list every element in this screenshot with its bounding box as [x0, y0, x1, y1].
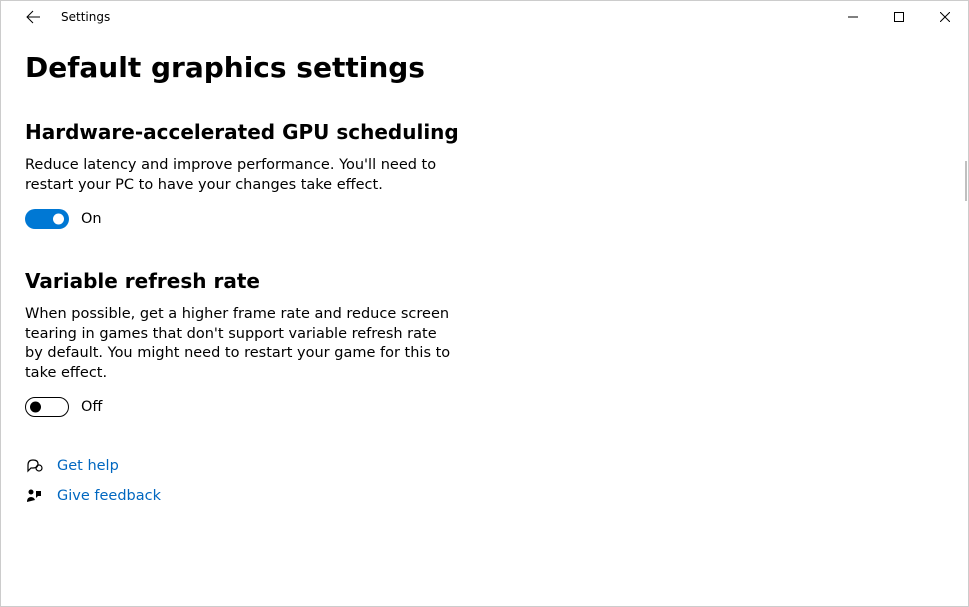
- gpu-toggle[interactable]: [25, 209, 69, 229]
- help-links: Get help Give feedback: [25, 457, 657, 504]
- maximize-button[interactable]: [876, 1, 922, 33]
- toggle-knob: [53, 214, 64, 225]
- help-link-text: Get help: [57, 458, 119, 474]
- titlebar: Settings: [1, 1, 968, 33]
- page-title: Default graphics settings: [25, 51, 657, 84]
- feedback-icon: [25, 488, 43, 504]
- minimize-button[interactable]: [830, 1, 876, 33]
- gpu-section-desc: Reduce latency and improve performance. …: [25, 156, 455, 195]
- gpu-section-title: Hardware-accelerated GPU scheduling: [25, 120, 657, 144]
- help-icon: [25, 457, 43, 474]
- content-area: Default graphics settings Hardware-accel…: [1, 33, 681, 504]
- window-controls: [830, 1, 968, 33]
- gpu-toggle-label: On: [81, 211, 102, 227]
- vrr-toggle[interactable]: [25, 397, 69, 417]
- toggle-knob: [30, 402, 41, 413]
- maximize-icon: [894, 12, 904, 22]
- close-icon: [940, 12, 950, 22]
- minimize-icon: [848, 12, 858, 22]
- close-button[interactable]: [922, 1, 968, 33]
- vrr-section-title: Variable refresh rate: [25, 269, 657, 293]
- feedback-link-row[interactable]: Give feedback: [25, 488, 657, 504]
- back-button[interactable]: [9, 1, 57, 33]
- back-arrow-icon: [25, 9, 41, 25]
- vrr-toggle-row: Off: [25, 397, 657, 417]
- gpu-toggle-row: On: [25, 209, 657, 229]
- help-link-row[interactable]: Get help: [25, 457, 657, 474]
- vrr-section-desc: When possible, get a higher frame rate a…: [25, 305, 455, 383]
- window-title: Settings: [61, 10, 110, 24]
- feedback-link-text: Give feedback: [57, 488, 161, 504]
- scrollbar[interactable]: [965, 161, 967, 201]
- vrr-toggle-label: Off: [81, 399, 102, 415]
